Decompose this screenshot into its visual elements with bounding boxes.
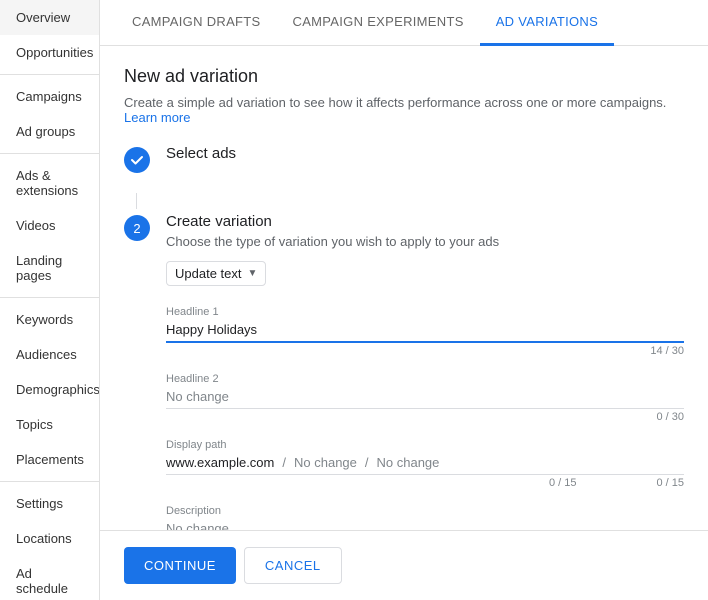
sidebar-divider-3	[0, 297, 99, 298]
display-path-underline	[166, 474, 684, 475]
display-path-seg1[interactable]: No change	[294, 455, 357, 470]
description-value[interactable]: No change	[166, 521, 684, 530]
tab-campaign-drafts[interactable]: Campaign Drafts	[116, 0, 277, 46]
dropdown-label: Update text	[175, 266, 242, 281]
main-panel: Campaign Drafts Campaign Experiments Ad …	[100, 0, 708, 600]
sidebar-divider-2	[0, 153, 99, 154]
description-field: Description No change 0 / 80	[166, 505, 684, 530]
step-1-indicator	[124, 147, 150, 173]
display-path-row: www.example.com / No change / No change	[166, 455, 684, 470]
sidebar-item-audiences[interactable]: Audiences	[0, 337, 99, 372]
display-path-seg2[interactable]: No change	[377, 455, 440, 470]
headline2-underline	[166, 408, 684, 409]
step-2-content: Create variation Choose the type of vari…	[166, 213, 684, 530]
learn-more-link[interactable]: Learn more	[124, 110, 190, 125]
sidebar-item-landing-pages[interactable]: Landing pages	[0, 243, 99, 293]
headline1-underline	[166, 341, 684, 343]
step-2-number: 2	[133, 221, 140, 236]
checkmark-icon	[130, 153, 144, 167]
tab-bar: Campaign Drafts Campaign Experiments Ad …	[100, 0, 708, 46]
action-bar: CONTINUE CANCEL	[100, 530, 708, 600]
sidebar-item-videos[interactable]: Videos	[0, 208, 99, 243]
page-title: New ad variation	[124, 66, 684, 87]
sidebar-item-placements[interactable]: Placements	[0, 442, 99, 477]
display-path-counter2: 0 / 15	[656, 477, 684, 489]
sidebar: Overview Opportunities Campaigns Ad grou…	[0, 0, 100, 600]
cancel-button[interactable]: CANCEL	[244, 547, 342, 584]
sidebar-item-ad-groups[interactable]: Ad groups	[0, 114, 99, 149]
headline1-label: Headline 1	[166, 306, 684, 318]
tab-campaign-experiments[interactable]: Campaign Experiments	[277, 0, 480, 46]
chevron-down-icon: ▼	[248, 268, 258, 279]
sidebar-item-settings[interactable]: Settings	[0, 486, 99, 521]
step-1: Select ads	[124, 145, 684, 173]
sidebar-item-demographics[interactable]: Demographics	[0, 372, 99, 407]
sidebar-item-topics[interactable]: Topics	[0, 407, 99, 442]
headline2-counter: 0 / 30	[166, 411, 684, 423]
headline2-field: Headline 2 No change 0 / 30	[166, 373, 684, 423]
sidebar-item-keywords[interactable]: Keywords	[0, 302, 99, 337]
headline2-label: Headline 2	[166, 373, 684, 385]
display-path-label: Display path	[166, 439, 684, 451]
sidebar-divider-4	[0, 481, 99, 482]
sidebar-item-ad-schedule[interactable]: Ad schedule	[0, 556, 99, 600]
sidebar-item-ads-extensions[interactable]: Ads & extensions	[0, 158, 99, 208]
step-2: 2 Create variation Choose the type of va…	[124, 213, 684, 530]
headline1-counter: 14 / 30	[166, 345, 684, 357]
display-path-sep2: /	[365, 455, 369, 470]
step-connector	[136, 193, 137, 209]
sidebar-divider-1	[0, 74, 99, 75]
sidebar-item-locations[interactable]: Locations	[0, 521, 99, 556]
page-description: Create a simple ad variation to see how …	[124, 95, 684, 125]
display-path-sep1: /	[282, 455, 286, 470]
variation-type-dropdown[interactable]: Update text ▼	[166, 261, 266, 286]
display-path-field: Display path www.example.com / No change…	[166, 439, 684, 489]
step-2-title: Create variation	[166, 213, 684, 230]
headline1-value[interactable]: Happy Holidays	[166, 322, 684, 337]
continue-button[interactable]: CONTINUE	[124, 547, 236, 584]
content-area: New ad variation Create a simple ad vari…	[100, 46, 708, 530]
headline1-field: Headline 1 Happy Holidays 14 / 30	[166, 306, 684, 357]
description-label: Description	[166, 505, 684, 517]
sidebar-item-campaigns[interactable]: Campaigns	[0, 79, 99, 114]
step-2-indicator: 2	[124, 215, 150, 241]
sidebar-item-opportunities[interactable]: Opportunities	[0, 35, 99, 70]
step-2-subtitle: Choose the type of variation you wish to…	[166, 234, 684, 249]
sidebar-item-overview[interactable]: Overview	[0, 0, 99, 35]
step-1-title: Select ads	[166, 145, 684, 162]
display-path-base: www.example.com	[166, 455, 274, 470]
step-1-content: Select ads	[166, 145, 684, 166]
tab-ad-variations[interactable]: Ad Variations	[480, 0, 614, 46]
display-path-counters: 0 / 15 0 / 15	[166, 477, 684, 489]
headline2-value[interactable]: No change	[166, 389, 684, 404]
display-path-counter1: 0 / 15	[549, 477, 577, 489]
